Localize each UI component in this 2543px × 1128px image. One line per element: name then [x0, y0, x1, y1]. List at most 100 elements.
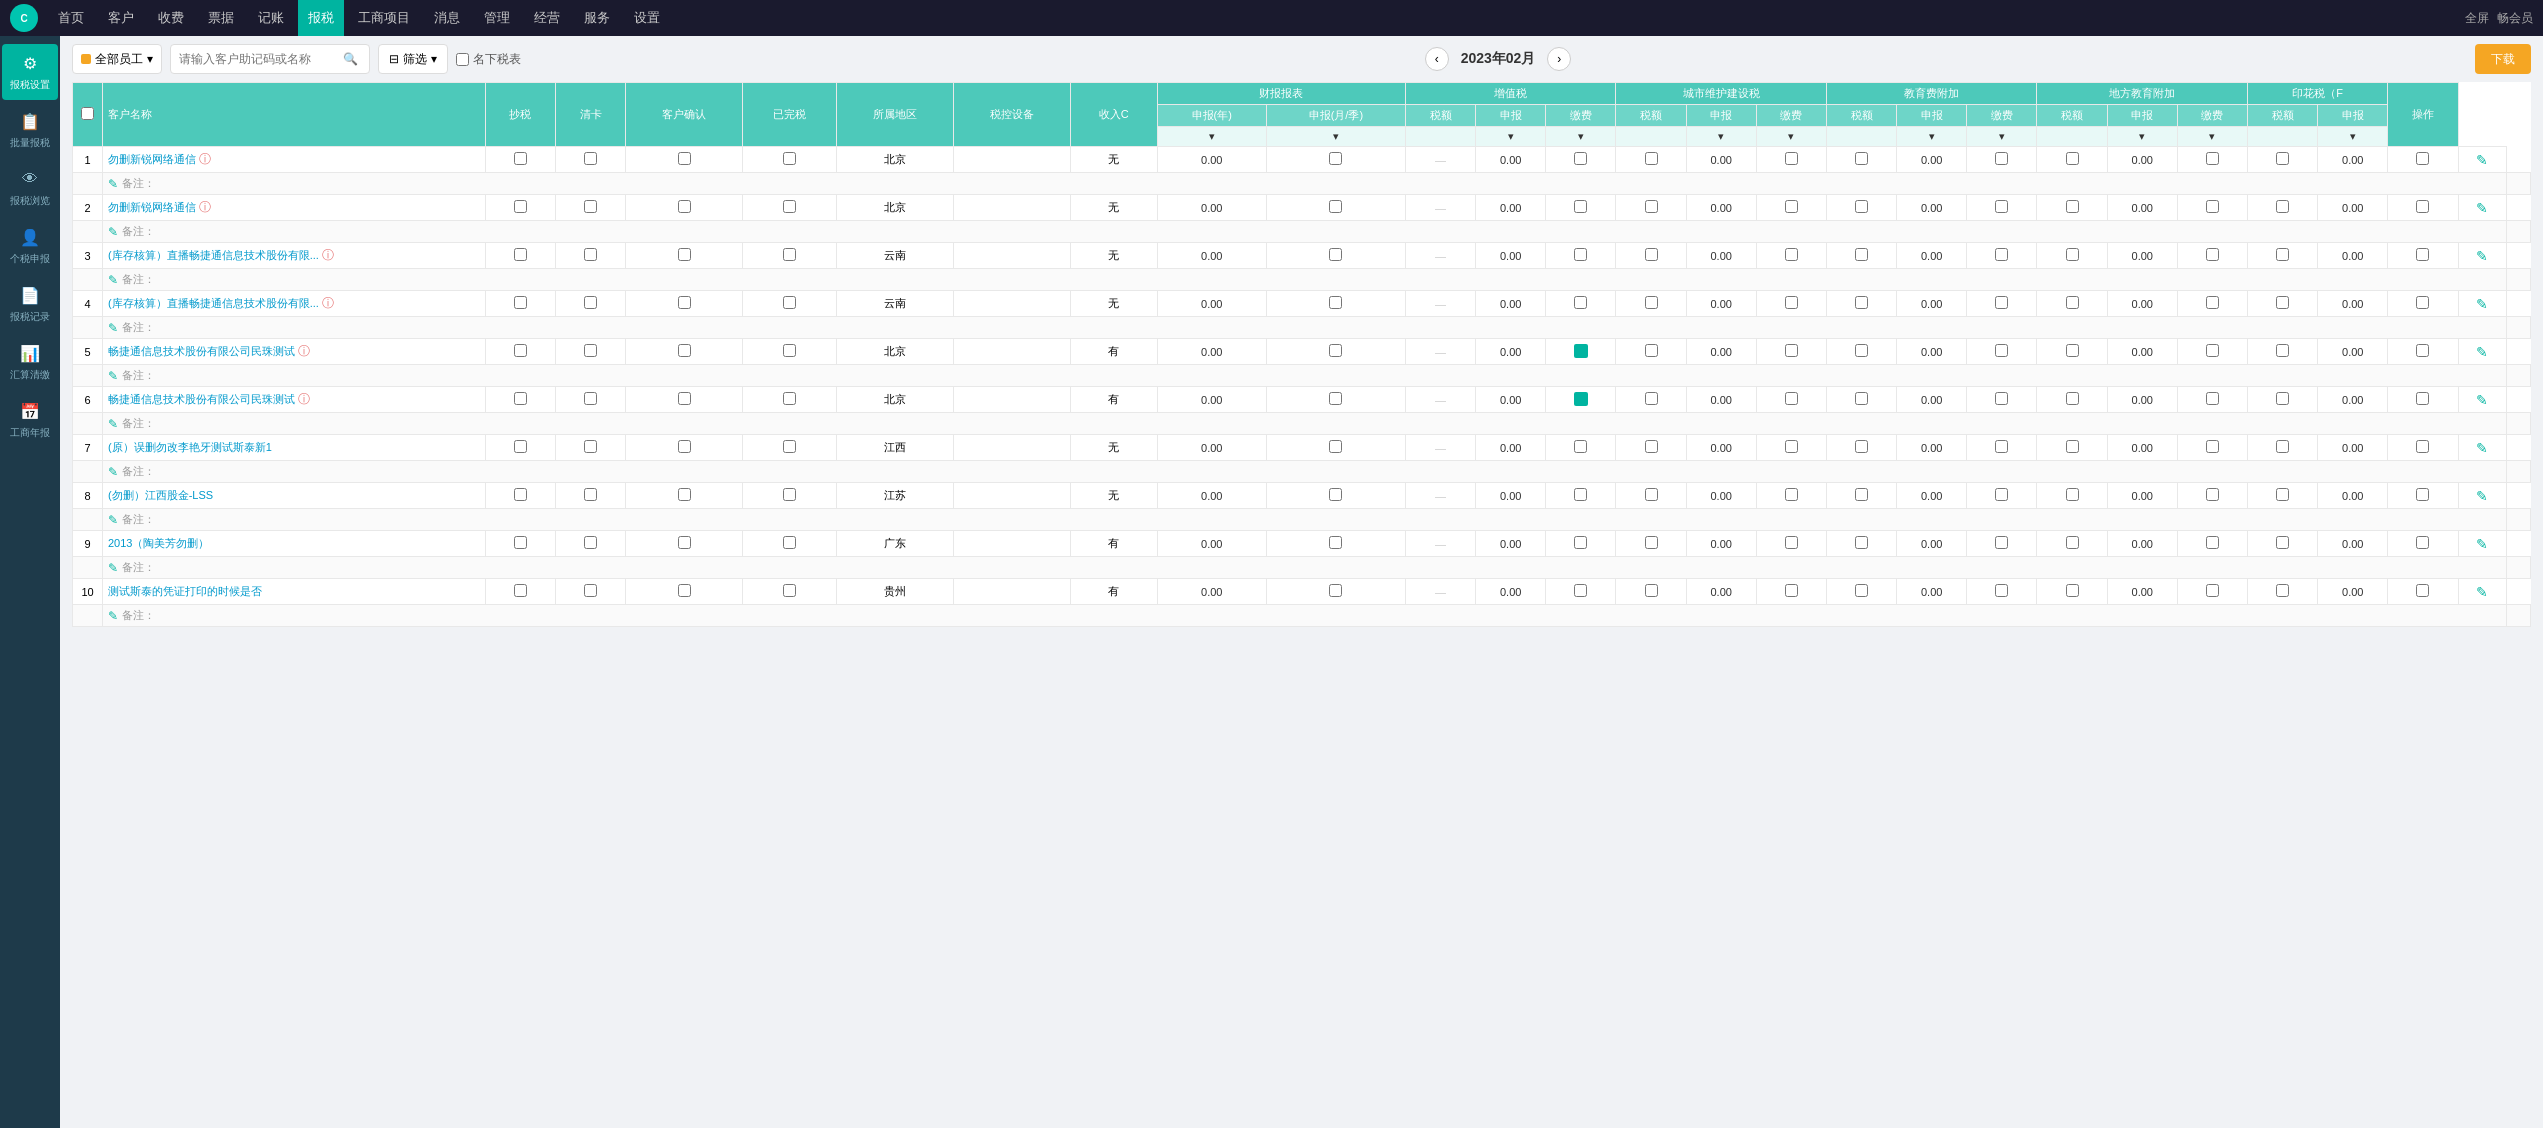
stamp-declare-checkbox[interactable] [2416, 344, 2429, 357]
local-edu-pay-checkbox[interactable] [2276, 296, 2289, 309]
row-qingka[interactable] [555, 531, 625, 557]
vat-pay-checkbox[interactable] [1645, 248, 1658, 261]
edit-icon[interactable]: ✎ [2476, 488, 2488, 504]
member-button[interactable]: 畅会员 [2497, 10, 2533, 27]
row-vat-declare[interactable] [1546, 339, 1616, 365]
sub2-finance-month-filter[interactable]: ▾ [1266, 127, 1405, 147]
row-edu-declare[interactable] [1967, 483, 2037, 509]
chaoshu-checkbox[interactable] [514, 488, 527, 501]
row-paid[interactable] [743, 435, 837, 461]
row-edu-declare[interactable] [1967, 195, 2037, 221]
row-stamp-declare[interactable] [2388, 483, 2458, 509]
edu-declare-checkbox[interactable] [1995, 392, 2008, 405]
confirm-checkbox[interactable] [678, 200, 691, 213]
paid-checkbox[interactable] [783, 440, 796, 453]
row-operation[interactable]: ✎ [2458, 291, 2507, 317]
row-local-edu-declare[interactable] [2177, 579, 2247, 605]
vat-pay-checkbox[interactable] [1645, 536, 1658, 549]
row-edu-pay[interactable] [2037, 195, 2107, 221]
row-local-edu-pay[interactable] [2247, 531, 2317, 557]
finance-year-checkbox[interactable] [1329, 584, 1342, 597]
row-local-edu-declare[interactable] [2177, 147, 2247, 173]
row-paid[interactable] [743, 243, 837, 269]
row-customer-name[interactable]: (原）误删勿改李艳牙测试斯泰新1 [103, 435, 486, 461]
sub2-city-pay-filter[interactable]: ▾ [1756, 127, 1826, 147]
local-edu-declare-checkbox[interactable] [2206, 296, 2219, 309]
chaoshu-checkbox[interactable] [514, 200, 527, 213]
edit-icon[interactable]: ✎ [2476, 152, 2488, 168]
row-stamp-declare[interactable] [2388, 387, 2458, 413]
local-edu-declare-checkbox[interactable] [2206, 440, 2219, 453]
row-local-edu-pay[interactable] [2247, 339, 2317, 365]
row-chaoshu[interactable] [485, 531, 555, 557]
row-city-pay[interactable] [1826, 195, 1896, 221]
paid-checkbox[interactable] [783, 248, 796, 261]
edit-icon[interactable]: ✎ [2476, 296, 2488, 312]
paid-checkbox[interactable] [783, 200, 796, 213]
row-local-edu-declare[interactable] [2177, 483, 2247, 509]
row-vat-checkbox[interactable] [1574, 440, 1587, 453]
row-finance-year[interactable] [1266, 387, 1405, 413]
prev-month-button[interactable]: ‹ [1425, 47, 1449, 71]
row-vat-declare[interactable] [1546, 531, 1616, 557]
row-vat-declare[interactable] [1546, 483, 1616, 509]
edu-pay-checkbox[interactable] [2066, 488, 2079, 501]
row-customer-name[interactable]: 勿删新锐网络通信 ⓘ [103, 147, 486, 173]
row-vat-pay[interactable] [1616, 531, 1686, 557]
confirm-checkbox[interactable] [678, 248, 691, 261]
local-edu-declare-checkbox[interactable] [2206, 248, 2219, 261]
row-chaoshu[interactable] [485, 339, 555, 365]
row-vat-checkbox[interactable] [1574, 536, 1587, 549]
row-stamp-declare[interactable] [2388, 195, 2458, 221]
finance-year-checkbox[interactable] [1329, 440, 1342, 453]
row-vat-declare[interactable] [1546, 243, 1616, 269]
row-local-edu-declare[interactable] [2177, 243, 2247, 269]
row-chaoshu[interactable] [485, 147, 555, 173]
note-edit-icon[interactable]: ✎ [108, 273, 118, 287]
edit-icon[interactable]: ✎ [2476, 536, 2488, 552]
local-edu-pay-checkbox[interactable] [2276, 344, 2289, 357]
city-declare-checkbox[interactable] [1785, 488, 1798, 501]
city-declare-checkbox[interactable] [1785, 536, 1798, 549]
row-city-declare[interactable] [1756, 387, 1826, 413]
row-vat-pay[interactable] [1616, 579, 1686, 605]
vat-checked-icon[interactable] [1574, 392, 1588, 406]
row-city-pay[interactable] [1826, 291, 1896, 317]
note-cell[interactable]: ✎ 备注： [103, 317, 2507, 339]
qingka-checkbox[interactable] [584, 296, 597, 309]
note-edit-icon[interactable]: ✎ [108, 177, 118, 191]
local-edu-pay-checkbox[interactable] [2276, 440, 2289, 453]
row-edu-declare[interactable] [1967, 147, 2037, 173]
sub2-edu-declare-filter[interactable]: ▾ [1897, 127, 1967, 147]
chaoshu-checkbox[interactable] [514, 248, 527, 261]
row-edu-pay[interactable] [2037, 147, 2107, 173]
qingka-checkbox[interactable] [584, 584, 597, 597]
confirm-checkbox[interactable] [678, 440, 691, 453]
row-paid[interactable] [743, 339, 837, 365]
city-declare-checkbox[interactable] [1785, 248, 1798, 261]
sub2-local-edu-declare-filter[interactable]: ▾ [2107, 127, 2177, 147]
stamp-declare-checkbox[interactable] [2416, 392, 2429, 405]
row-vat-declare[interactable] [1546, 387, 1616, 413]
row-customer-name[interactable]: 畅捷通信息技术股份有限公司民珠测试 ⓘ [103, 339, 486, 365]
fullscreen-button[interactable]: 全屏 [2465, 10, 2489, 27]
edit-icon[interactable]: ✎ [2476, 584, 2488, 600]
row-qingka[interactable] [555, 483, 625, 509]
local-edu-declare-checkbox[interactable] [2206, 152, 2219, 165]
row-qingka[interactable] [555, 243, 625, 269]
nav-tax[interactable]: 报税 [298, 0, 344, 36]
edu-pay-checkbox[interactable] [2066, 200, 2079, 213]
city-pay-checkbox[interactable] [1855, 392, 1868, 405]
vat-pay-checkbox[interactable] [1645, 344, 1658, 357]
note-cell[interactable]: ✎ 备注： [103, 605, 2507, 627]
row-city-pay[interactable] [1826, 435, 1896, 461]
nav-invoice[interactable]: 票据 [198, 0, 244, 36]
note-cell[interactable]: ✎ 备注： [103, 461, 2507, 483]
note-cell[interactable]: ✎ 备注： [103, 413, 2507, 435]
chaoshu-checkbox[interactable] [514, 440, 527, 453]
sidebar-item-tax-settings[interactable]: ⚙ 报税设置 [2, 44, 58, 100]
row-stamp-declare[interactable] [2388, 435, 2458, 461]
city-pay-checkbox[interactable] [1855, 344, 1868, 357]
row-city-pay[interactable] [1826, 483, 1896, 509]
row-operation[interactable]: ✎ [2458, 483, 2507, 509]
